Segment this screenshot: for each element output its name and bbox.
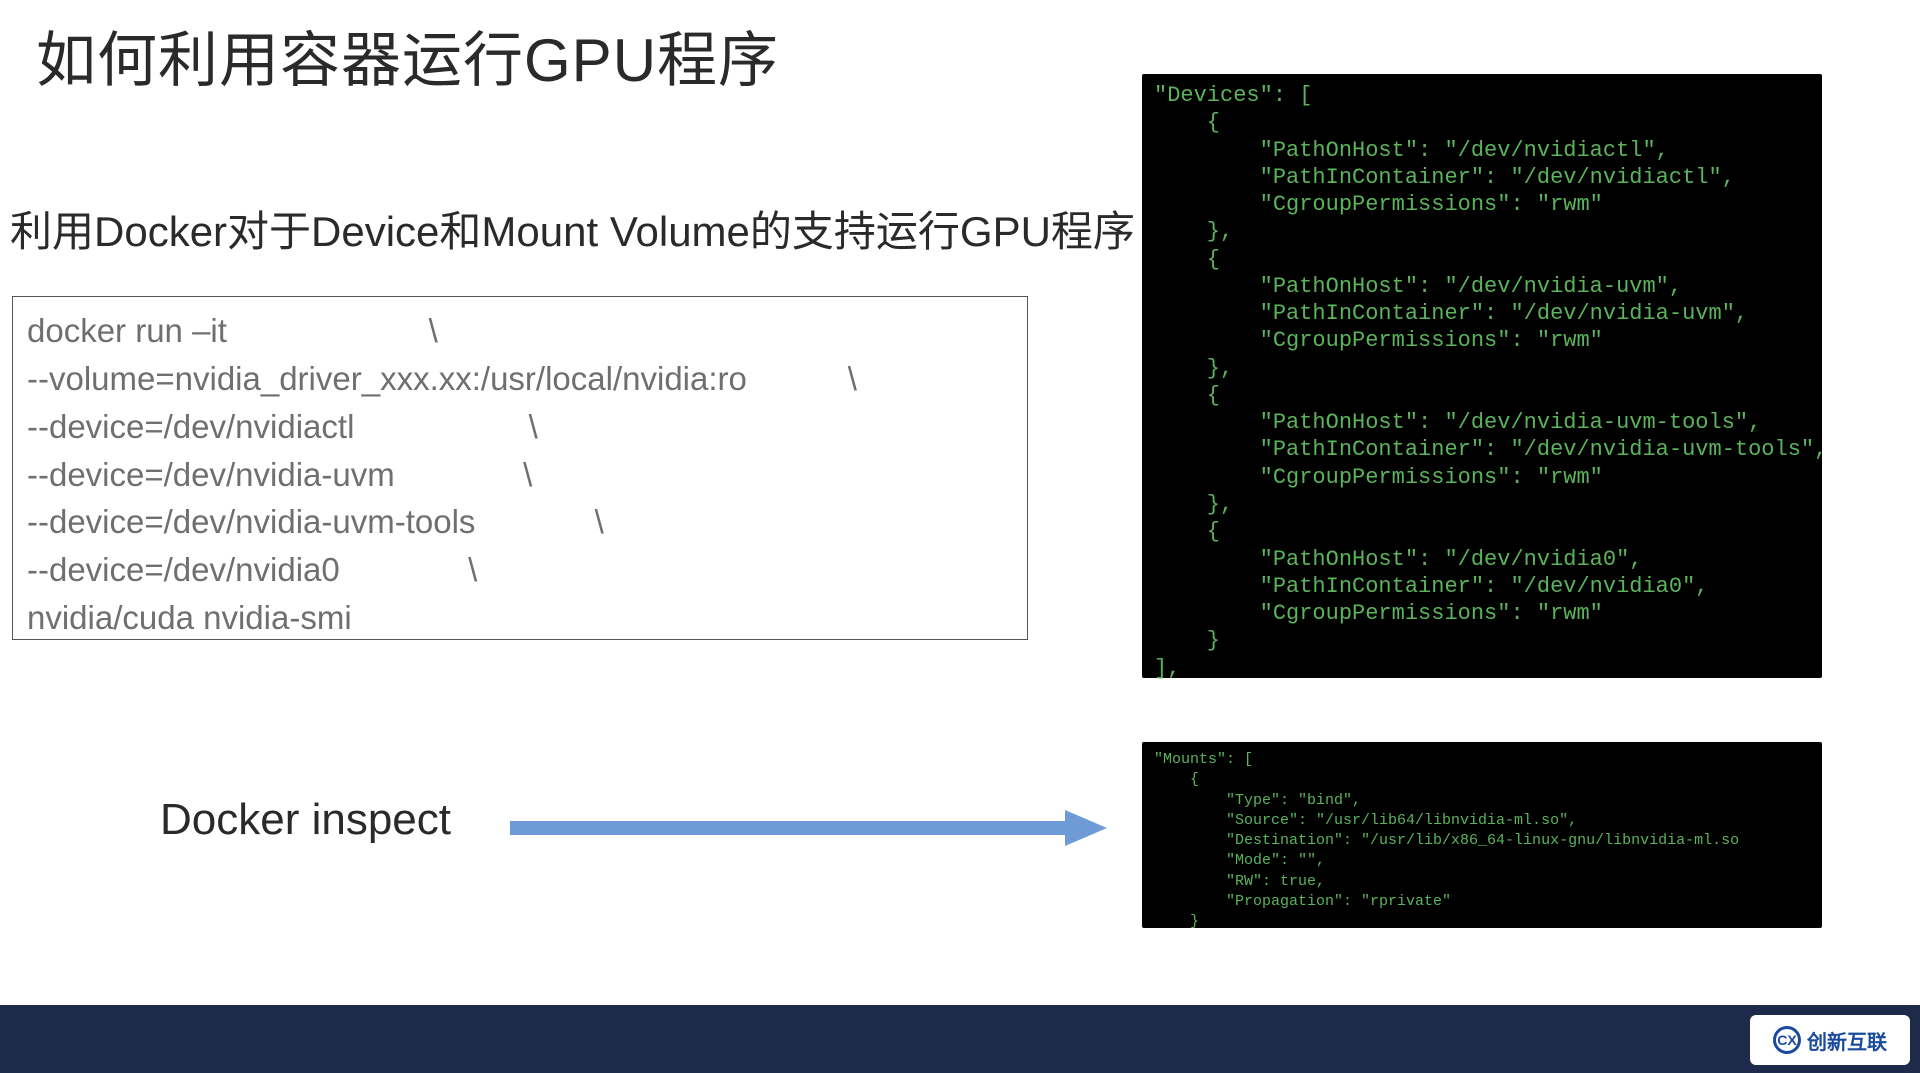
brand-logo-icon: CX	[1773, 1026, 1801, 1054]
brand-text: 创新互联	[1807, 1026, 1887, 1055]
slide-subtitle: 利用Docker对于Device和Mount Volume的支持运行GPU程序	[10, 198, 1135, 259]
footer-band	[0, 1005, 1920, 1073]
terminal-devices-output: "Devices": [ { "PathOnHost": "/dev/nvidi…	[1142, 74, 1822, 678]
arrow-right-icon	[510, 810, 1110, 846]
slide: 如何利用容器运行GPU程序 利用Docker对于Device和Mount Vol…	[0, 0, 1920, 1073]
terminal-mounts-output: "Mounts": [ { "Type": "bind", "Source": …	[1142, 742, 1822, 928]
slide-title: 如何利用容器运行GPU程序	[36, 12, 779, 99]
docker-inspect-label: Docker inspect	[160, 795, 451, 845]
brand-badge: CX 创新互联	[1750, 1015, 1910, 1065]
docker-command-box: docker run –it \ --volume=nvidia_driver_…	[12, 296, 1028, 640]
